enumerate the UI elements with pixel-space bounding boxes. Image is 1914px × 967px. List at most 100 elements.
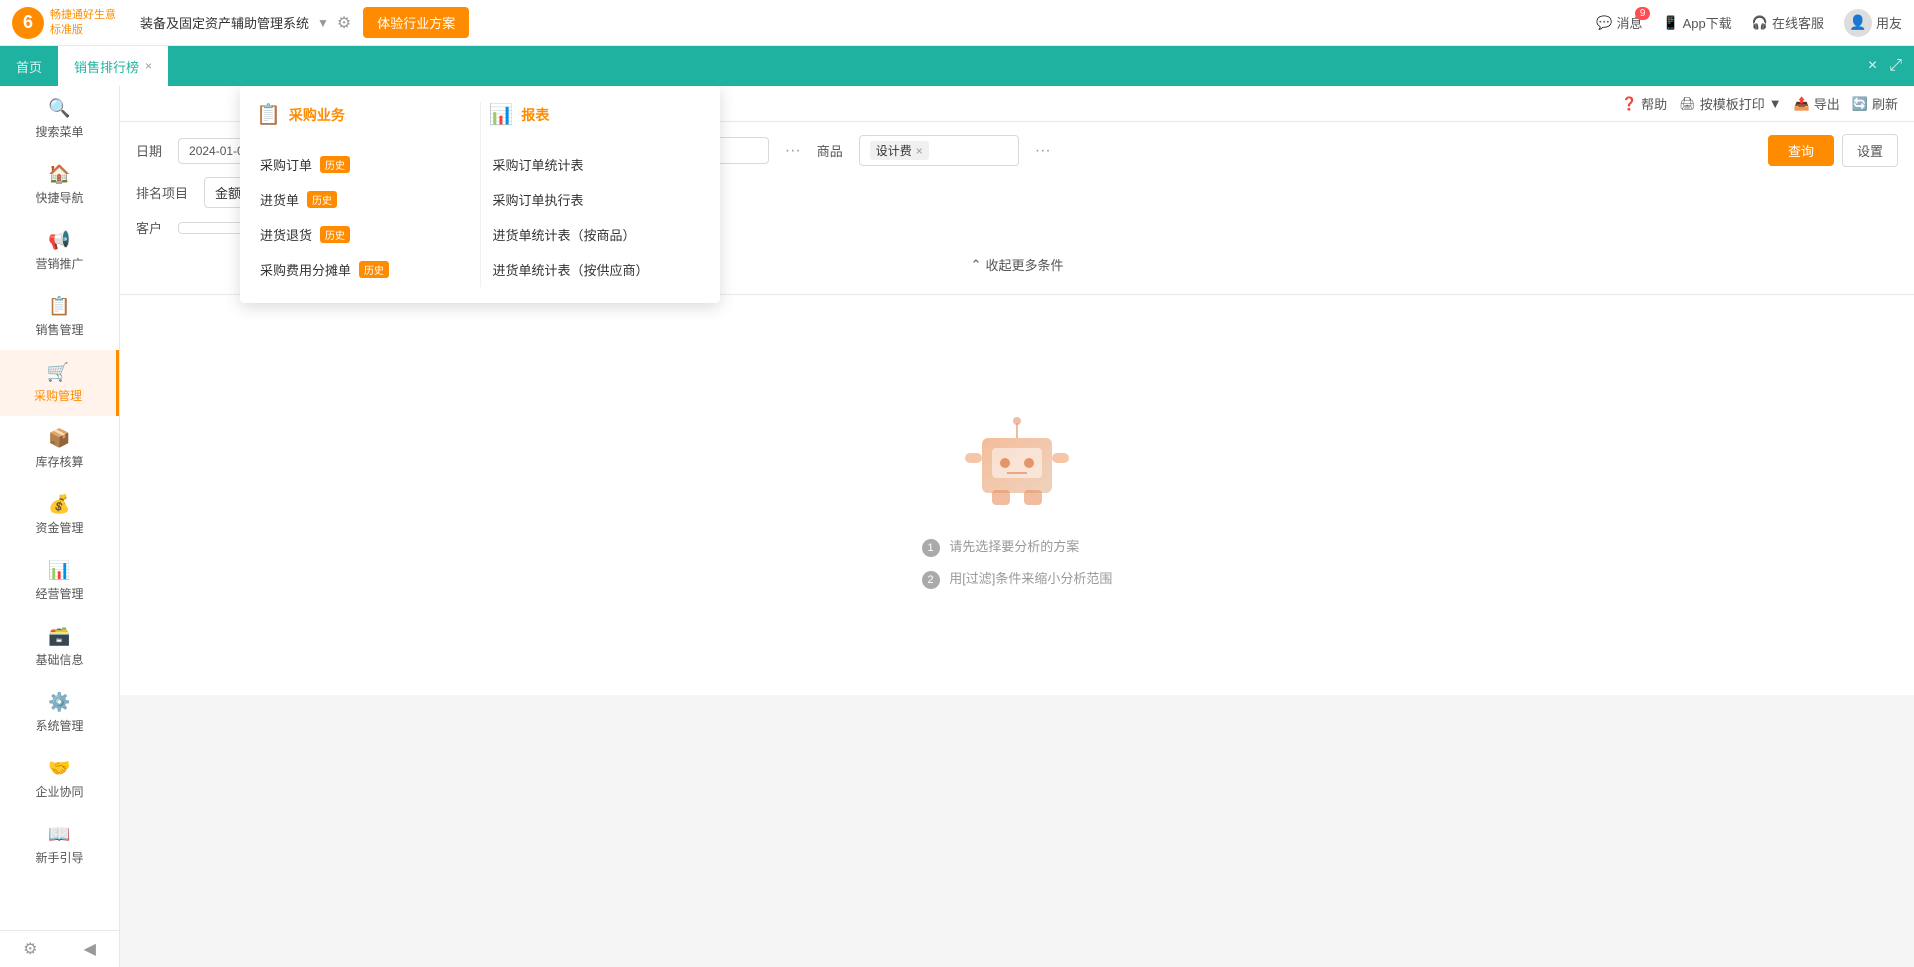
dropdown-col-report: 📊 报表 采购订单统计表 采购订单执行表 进货单统计表（按商品） 进货单统计表（… — [489, 102, 705, 287]
dropdown-item-po[interactable]: 采购订单 历史 — [256, 147, 472, 182]
sidebar-bottom: ⚙ ◀ — [0, 930, 119, 967]
logo-icon: 6 — [12, 7, 44, 39]
date-label: 日期 — [136, 141, 162, 160]
tabbar-actions: × ⤢ — [1864, 53, 1914, 79]
sidebar-item-sales[interactable]: 📋 销售管理 — [0, 284, 119, 350]
search-icon: 🔍 — [48, 98, 70, 119]
sidebar-item-purchase[interactable]: 🛒 采购管理 — [0, 350, 119, 416]
empty-state: 1 请先选择要分析的方案 2 用[过滤]条件来缩小分析范围 — [120, 295, 1914, 695]
message-icon: 💬 — [1596, 15, 1612, 31]
purchase-dropdown: 📋 采购业务 采购订单 历史 进货单 历史 进货退货 历史 采购费用分摊单 — [240, 86, 720, 303]
goods-tag: 设计费 × — [870, 141, 929, 160]
dropdown-item-po-stat[interactable]: 采购订单统计表 — [489, 147, 705, 182]
topbar-right: 💬 消息 9 📱 App下载 🎧 在线客服 👤 用友 — [1596, 9, 1902, 37]
phone-icon: 📱 — [1662, 15, 1678, 31]
headset-icon: 🎧 — [1752, 15, 1768, 31]
sidebar-item-inventory[interactable]: 📦 库存核算 — [0, 416, 119, 482]
history-badge-receipt: 历史 — [307, 191, 337, 208]
tab-home[interactable]: 首页 — [0, 46, 58, 86]
maximize-icon[interactable]: ⤢ — [1885, 53, 1906, 79]
dropdown-col2-title: 📊 报表 — [489, 102, 705, 135]
system-arrow-icon[interactable]: ▼ — [317, 16, 329, 30]
customer-label: 客户 — [136, 218, 162, 237]
system-settings-icon[interactable]: ⚙ — [337, 13, 351, 33]
sidebar-item-system[interactable]: ⚙️ 系统管理 — [0, 680, 119, 746]
tabbar: 首页 销售排行榜 × × ⤢ — [0, 46, 1914, 86]
collab-icon: 🤝 — [48, 758, 70, 779]
dropdown-item-po-exec[interactable]: 采购订单执行表 — [489, 182, 705, 217]
purchase-icon: 🛒 — [47, 362, 69, 383]
sidebar-collapse-btn[interactable]: ◀ — [84, 939, 96, 959]
sidebar-item-basic[interactable]: 🗃️ 基础信息 — [0, 614, 119, 680]
filter-actions: 查询 设置 — [1768, 134, 1898, 167]
hint-num-1: 1 — [922, 539, 940, 557]
export-icon: 📤 — [1794, 96, 1810, 112]
history-badge-return: 历史 — [320, 226, 350, 243]
empty-illustration — [957, 398, 1077, 518]
finance-icon: 💰 — [48, 494, 70, 515]
inventory-icon: 📦 — [48, 428, 70, 449]
goods-label: 商品 — [817, 141, 843, 160]
online-service-btn[interactable]: 🎧 在线客服 — [1752, 13, 1824, 32]
message-btn[interactable]: 💬 消息 9 — [1596, 13, 1642, 32]
guide-icon: 📖 — [48, 824, 70, 845]
dropdown-item-receipt-supplier[interactable]: 进货单统计表（按供应商） — [489, 252, 705, 287]
close-tab-icon[interactable]: × — [1864, 53, 1881, 79]
sales-icon: 📋 — [48, 296, 70, 317]
rank-label: 排名项目 — [136, 183, 188, 202]
tab-close-icon[interactable]: × — [145, 59, 152, 73]
report-icon: 📊 — [489, 102, 514, 127]
marketing-icon: 📢 — [48, 230, 70, 251]
sidebar-settings-btn[interactable]: ⚙ — [23, 939, 37, 959]
sidebar-item-nav[interactable]: 🏠 快捷导航 — [0, 152, 119, 218]
sidebar-item-collab[interactable]: 🤝 企业协同 — [0, 746, 119, 812]
sidebar-item-guide[interactable]: 📖 新手引导 — [0, 812, 119, 878]
goods-select[interactable]: 设计费 × — [859, 135, 1019, 166]
system-selector: 装备及固定资产辅助管理系统 ▼ ⚙ — [140, 13, 351, 33]
avatar: 👤 — [1844, 9, 1872, 37]
print-arrow-icon: ▼ — [1769, 96, 1782, 111]
sidebar: 🔍 搜索菜单 🏠 快捷导航 📢 营销推广 📋 销售管理 🛒 采购管理 📦 库存核… — [0, 86, 120, 967]
collapse-icon: ⌃ — [971, 257, 982, 273]
sidebar-item-marketing[interactable]: 📢 营销推广 — [0, 218, 119, 284]
history-badge-po: 历史 — [320, 156, 350, 173]
help-icon: ❓ — [1621, 96, 1637, 112]
dropdown-col1-title: 📋 采购业务 — [256, 102, 472, 135]
goods-tag-close[interactable]: × — [916, 144, 923, 158]
logo: 6 畅捷通好生意 标准版 — [12, 7, 132, 39]
print-icon: 🖨 — [1679, 96, 1696, 112]
hint-num-2: 2 — [922, 571, 940, 589]
basic-icon: 🗃️ — [48, 626, 70, 647]
topbar: 6 畅捷通好生意 标准版 装备及固定资产辅助管理系统 ▼ ⚙ 体验行业方案 💬 … — [0, 0, 1914, 46]
message-badge: 9 — [1635, 7, 1651, 20]
operations-icon: 📊 — [48, 560, 70, 581]
dropdown-item-return[interactable]: 进货退货 历史 — [256, 217, 472, 252]
query-btn[interactable]: 查询 — [1768, 135, 1834, 166]
dropdown-item-expense[interactable]: 采购费用分摊单 历史 — [256, 252, 472, 287]
dropdown-item-receipt-goods[interactable]: 进货单统计表（按商品） — [489, 217, 705, 252]
settings-btn[interactable]: 设置 — [1842, 134, 1898, 167]
home-icon: 🏠 — [48, 164, 70, 185]
print-btn[interactable]: 🖨 按模板打印 ▼ — [1679, 94, 1781, 113]
tab-sales-rank[interactable]: 销售排行榜 × — [58, 46, 168, 86]
industry-btn[interactable]: 体验行业方案 — [363, 7, 469, 38]
dropdown-item-receipt[interactable]: 进货单 历史 — [256, 182, 472, 217]
user-menu[interactable]: 👤 用友 — [1844, 9, 1902, 37]
purchase-biz-icon: 📋 — [256, 102, 281, 127]
empty-text: 1 请先选择要分析的方案 2 用[过滤]条件来缩小分析范围 — [922, 534, 1113, 592]
refresh-btn[interactable]: 🔄 刷新 — [1852, 94, 1898, 113]
export-btn[interactable]: 📤 导出 — [1794, 94, 1840, 113]
sidebar-item-finance[interactable]: 💰 资金管理 — [0, 482, 119, 548]
empty-svg — [957, 398, 1077, 518]
dropdown-divider — [480, 102, 481, 287]
refresh-icon: 🔄 — [1852, 96, 1868, 112]
system-icon: ⚙️ — [48, 692, 70, 713]
app-download-btn[interactable]: 📱 App下载 — [1662, 13, 1731, 32]
goods-more-btn[interactable]: ··· — [1035, 142, 1051, 160]
logo-text: 畅捷通好生意 标准版 — [50, 8, 116, 37]
sidebar-item-operations[interactable]: 📊 经营管理 — [0, 548, 119, 614]
status-more-btn[interactable]: ··· — [785, 142, 801, 160]
system-name: 装备及固定资产辅助管理系统 — [140, 13, 309, 32]
help-btn[interactable]: ❓ 帮助 — [1621, 94, 1667, 113]
sidebar-item-search[interactable]: 🔍 搜索菜单 — [0, 86, 119, 152]
